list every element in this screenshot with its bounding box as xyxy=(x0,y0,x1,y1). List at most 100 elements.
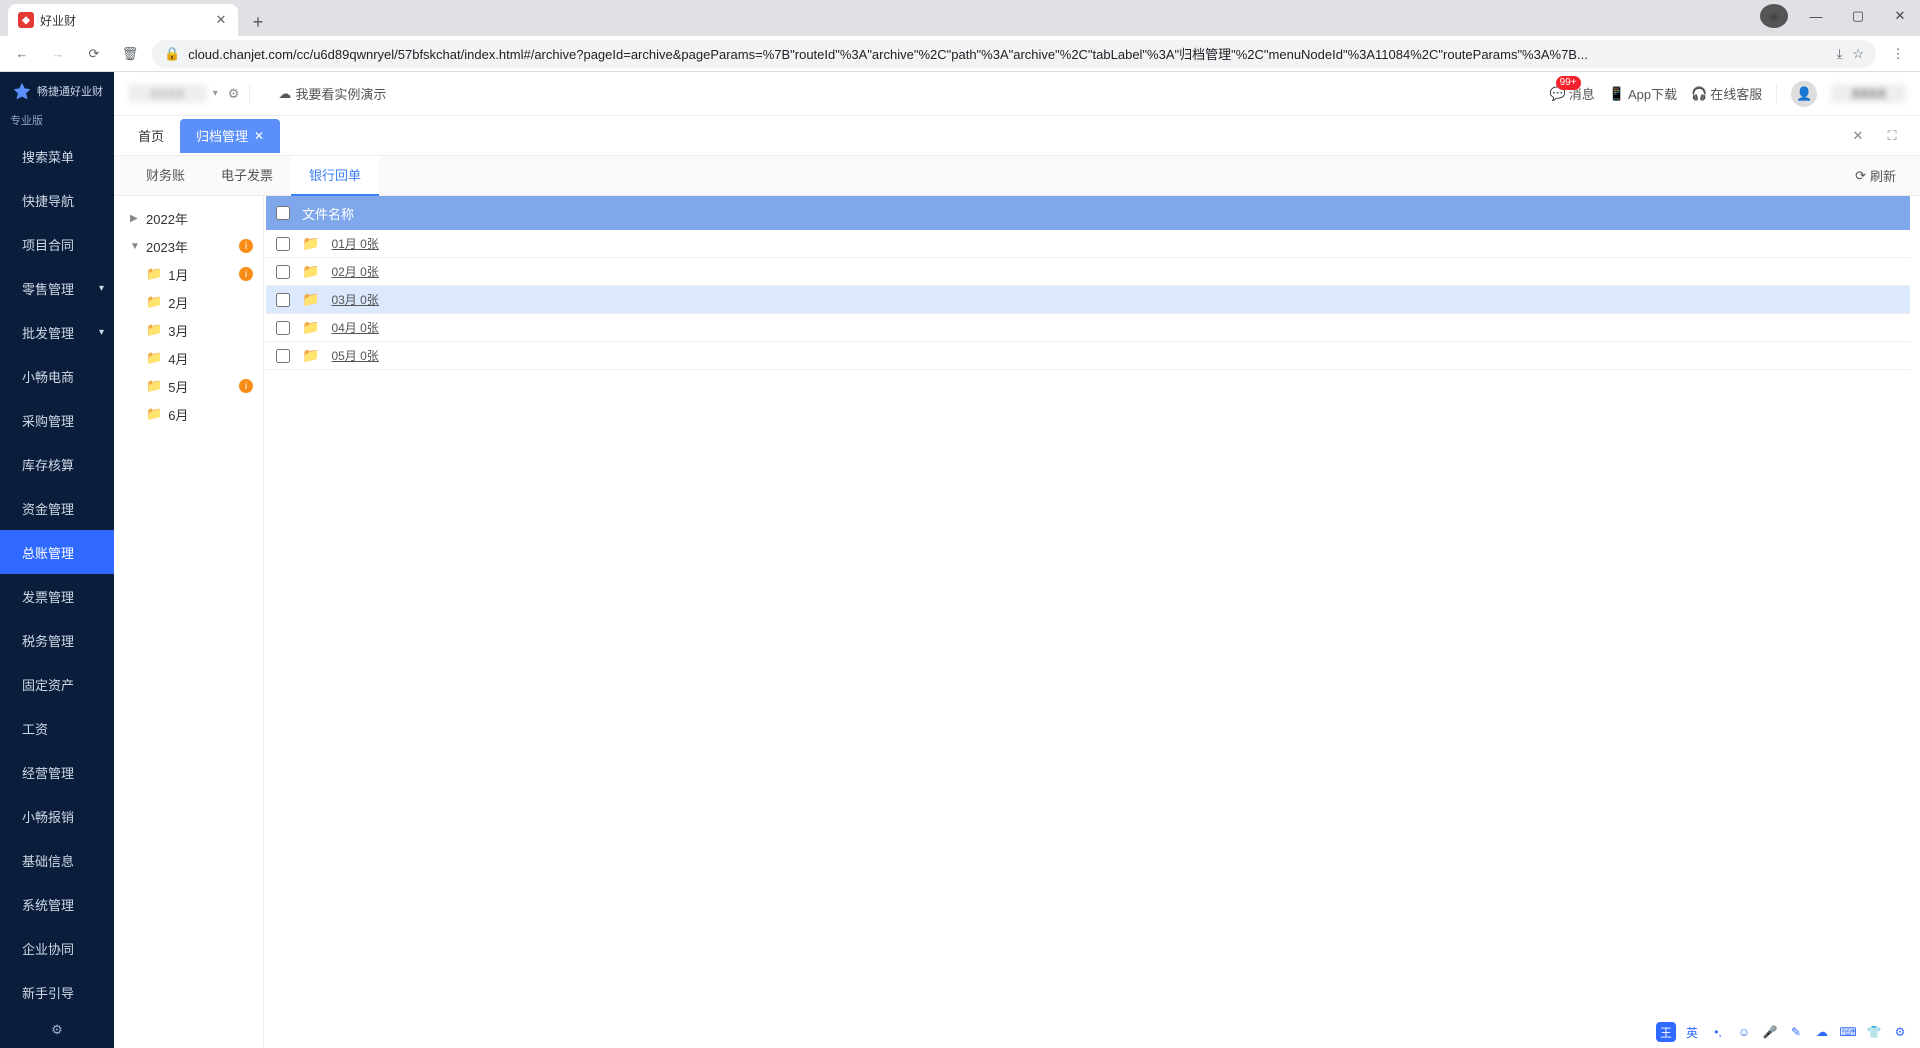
sidebar-item-retail[interactable]: 零售管理▾ xyxy=(0,266,114,310)
sidebar-item-wholesale[interactable]: 批发管理▾ xyxy=(0,310,114,354)
close-all-tabs-button[interactable]: ✕ xyxy=(1846,124,1870,148)
sidebar-item-salary[interactable]: 工资 xyxy=(0,706,114,750)
ime-edit-button[interactable]: ✎ xyxy=(1786,1022,1806,1042)
phone-icon: 📱 xyxy=(1609,86,1625,102)
table-row[interactable]: 📁 05月 0张 xyxy=(266,342,1910,370)
star-icon[interactable]: ☆ xyxy=(1852,46,1864,62)
demo-link[interactable]: ☁ 我要看实例演示 xyxy=(278,84,386,103)
ime-cloud-button[interactable]: ☁ xyxy=(1812,1022,1832,1042)
row-checkbox[interactable] xyxy=(276,321,290,335)
sidebar-item-operation[interactable]: 经营管理 xyxy=(0,750,114,794)
maximize-button[interactable]: ▢ xyxy=(1844,4,1872,28)
ime-skin-button[interactable]: 👕 xyxy=(1864,1022,1884,1042)
tab-title: 好业财 xyxy=(40,12,208,29)
row-checkbox[interactable] xyxy=(276,349,290,363)
address-field[interactable]: 🔒 cloud.chanjet.com/cc/u6d89qwnryel/57bf… xyxy=(152,40,1876,68)
file-link[interactable]: 03月 0张 xyxy=(331,291,378,308)
sidebar-item-purchase[interactable]: 采购管理 xyxy=(0,398,114,442)
tree-year-2022[interactable]: ▶ 2022年 xyxy=(118,204,259,232)
file-link[interactable]: 02月 0张 xyxy=(331,263,378,280)
back-button[interactable]: ← xyxy=(8,40,36,68)
tree-year-2023[interactable]: ▼ 2023年 i xyxy=(118,232,259,260)
cloud-icon: ☁ xyxy=(278,86,291,102)
file-link[interactable]: 04月 0张 xyxy=(331,319,378,336)
logo-icon xyxy=(11,81,33,103)
ime-mic-button[interactable]: 🎤 xyxy=(1760,1022,1780,1042)
row-checkbox[interactable] xyxy=(276,265,290,279)
row-checkbox[interactable] xyxy=(276,293,290,307)
sidebar-item-quicknav[interactable]: 快捷导航 xyxy=(0,178,114,222)
file-link[interactable]: 05月 0张 xyxy=(331,347,378,364)
ime-emoji-button[interactable]: ☺ xyxy=(1734,1022,1754,1042)
file-link[interactable]: 01月 0张 xyxy=(331,235,378,252)
tab-home[interactable]: 首页 xyxy=(122,119,180,153)
caret-down-icon: ▼ xyxy=(130,241,140,252)
messages-button[interactable]: 99+ 💬 消息 xyxy=(1550,84,1595,103)
fullscreen-button[interactable]: ⛶ xyxy=(1880,124,1904,148)
sidebar-item-collab[interactable]: 企业协同 xyxy=(0,926,114,970)
sidebar-item-search[interactable]: 搜索菜单 xyxy=(0,134,114,178)
sidebar-item-inventory[interactable]: 库存核算 xyxy=(0,442,114,486)
sidebar-item-ledger[interactable]: 总账管理 xyxy=(0,530,114,574)
tree-month-6[interactable]: 📁 6月 xyxy=(118,400,259,428)
tree-month-2[interactable]: 📁 2月 xyxy=(118,288,259,316)
gear-icon[interactable]: ⚙ xyxy=(228,86,240,102)
ime-keyboard-button[interactable]: ⌨ xyxy=(1838,1022,1858,1042)
online-service-button[interactable]: 🎧 在线客服 xyxy=(1691,84,1762,103)
browser-tab[interactable]: ◆ 好业财 ✕ xyxy=(8,4,238,36)
avatar[interactable]: 👤 xyxy=(1791,81,1817,107)
chevron-down-icon: ▾ xyxy=(213,88,218,99)
subtab-finance[interactable]: 财务账 xyxy=(128,156,203,196)
profile-icon[interactable]: ◉ xyxy=(1760,4,1788,28)
ime-toolbar: 王 英 •, ☺ 🎤 ✎ ☁ ⌨ 👕 ⚙ xyxy=(1656,1022,1910,1042)
sidebar-item-baseinfo[interactable]: 基础信息 xyxy=(0,838,114,882)
page-tabs: 首页 归档管理 ✕ ✕ ⛶ xyxy=(114,116,1920,156)
ime-punct-button[interactable]: •, xyxy=(1708,1022,1728,1042)
subtab-einvoice[interactable]: 电子发票 xyxy=(203,156,291,196)
sidebar-item-funds[interactable]: 资金管理 xyxy=(0,486,114,530)
sidebar-item-system[interactable]: 系统管理 xyxy=(0,882,114,926)
sidebar-settings-button[interactable]: ⚙ xyxy=(0,1012,114,1048)
logo-text-1: 畅捷通好业财 xyxy=(37,86,103,98)
new-tab-button[interactable]: + xyxy=(244,8,272,36)
org-selector[interactable]: XXXX ▾ xyxy=(128,84,218,103)
app-download-button[interactable]: 📱 App下载 xyxy=(1609,84,1677,103)
ime-cn-button[interactable]: 王 xyxy=(1656,1022,1676,1042)
top-right: 99+ 💬 消息 📱 App下载 🎧 在线客服 👤 XXXX xyxy=(1550,81,1906,107)
sidebar-item-project[interactable]: 项目合同 xyxy=(0,222,114,266)
select-all-checkbox[interactable] xyxy=(276,206,290,220)
tree-month-1[interactable]: 📁 1月 i xyxy=(118,260,259,288)
row-checkbox[interactable] xyxy=(276,237,290,251)
install-icon[interactable]: ⤓ xyxy=(1837,46,1843,62)
close-icon[interactable]: ✕ xyxy=(254,129,264,143)
table-panel: 文件名称 📁 01月 0张 📁 02月 0张 📁 xyxy=(264,196,1920,1048)
info-badge-icon: i xyxy=(239,379,253,393)
sidebar-item-tax[interactable]: 税务管理 xyxy=(0,618,114,662)
chevron-down-icon: ▾ xyxy=(99,283,104,294)
folder-icon: 📁 xyxy=(146,350,162,366)
forward-button[interactable]: → xyxy=(44,40,72,68)
tree-month-3[interactable]: 📁 3月 xyxy=(118,316,259,344)
ime-settings-button[interactable]: ⚙ xyxy=(1890,1022,1910,1042)
sidebar-item-ecommerce[interactable]: 小畅电商 xyxy=(0,354,114,398)
subtab-bank[interactable]: 银行回单 xyxy=(291,156,379,196)
sidebar-item-expense[interactable]: 小畅报销 xyxy=(0,794,114,838)
reload-button[interactable]: ⟳ xyxy=(80,40,108,68)
refresh-button[interactable]: ⟳ 刷新 xyxy=(1855,166,1906,185)
minimize-button[interactable]: — xyxy=(1802,4,1830,28)
close-icon[interactable]: ✕ xyxy=(214,13,228,27)
tree-month-4[interactable]: 📁 4月 xyxy=(118,344,259,372)
delete-icon[interactable]: 🗑 xyxy=(116,40,144,68)
sidebar-item-guide[interactable]: 新手引导 xyxy=(0,970,114,1012)
table-row[interactable]: 📁 04月 0张 xyxy=(266,314,1910,342)
table-row[interactable]: 📁 02月 0张 xyxy=(266,258,1910,286)
table-row[interactable]: 📁 01月 0张 xyxy=(266,230,1910,258)
tree-month-5[interactable]: 📁 5月 i xyxy=(118,372,259,400)
sidebar-item-fixedassets[interactable]: 固定资产 xyxy=(0,662,114,706)
sidebar-item-invoice[interactable]: 发票管理 xyxy=(0,574,114,618)
ime-lang-button[interactable]: 英 xyxy=(1682,1022,1702,1042)
close-window-button[interactable]: ✕ xyxy=(1886,4,1914,28)
tab-archive[interactable]: 归档管理 ✕ xyxy=(180,119,280,153)
table-row[interactable]: 📁 03月 0张 xyxy=(266,286,1910,314)
menu-dots-icon[interactable]: ⋮ xyxy=(1884,40,1912,68)
